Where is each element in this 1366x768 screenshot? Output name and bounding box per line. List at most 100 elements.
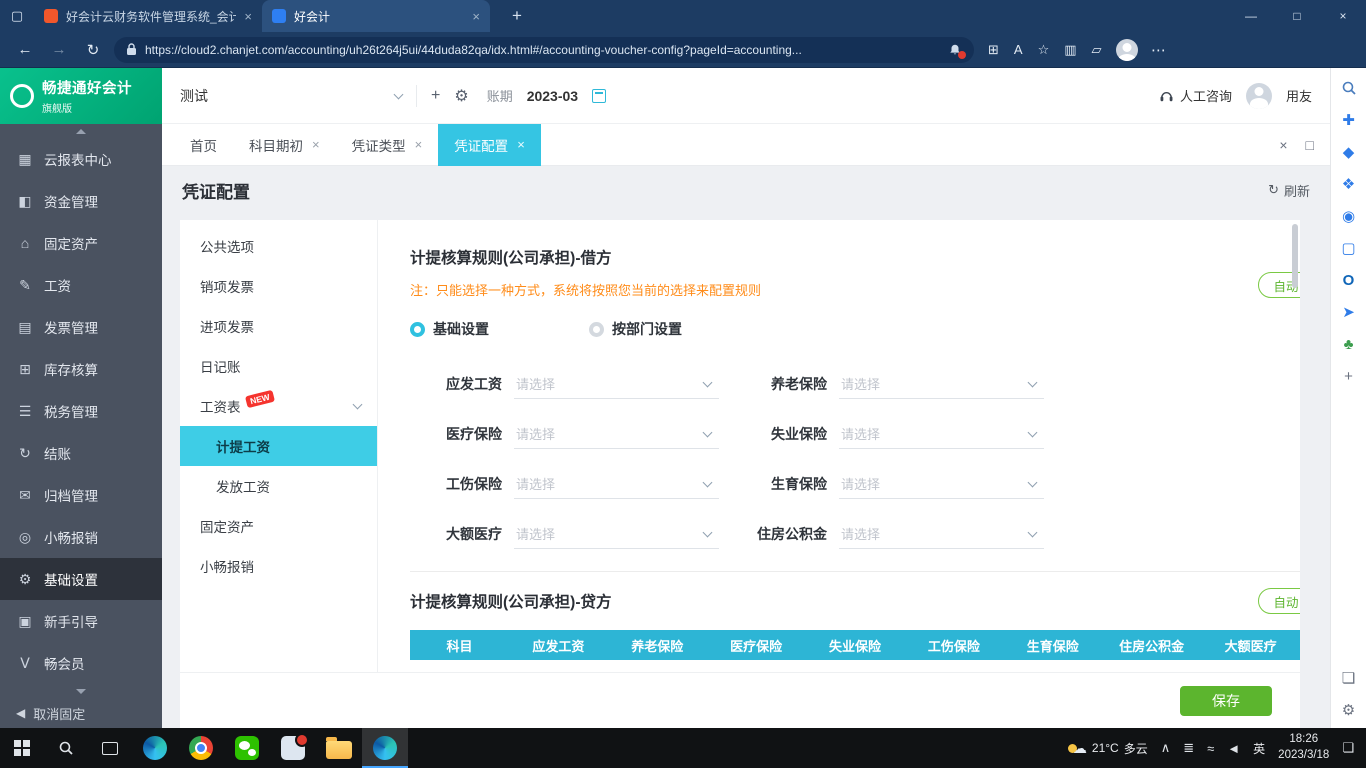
sidebar-item-tax-management[interactable]: ☰ 税务管理 xyxy=(0,390,162,432)
profile-avatar[interactable] xyxy=(1115,38,1138,61)
tab-subject-opening-balance[interactable]: 科目期初 × xyxy=(233,124,336,166)
notification-center-icon[interactable]: ❏ xyxy=(1342,740,1354,756)
select-major-medical[interactable]: 请选择 xyxy=(514,519,719,549)
sidebar-item-cloud-report-center[interactable]: ▦ 云报表中心 xyxy=(0,138,162,180)
favorite-star-icon[interactable]: ☆ xyxy=(1038,42,1050,58)
add-rail-icon[interactable]: + xyxy=(1344,369,1353,384)
subnav-purchase-invoice[interactable]: 进项发票 xyxy=(180,306,377,346)
subnav-common-options[interactable]: 公共选项 xyxy=(180,226,377,266)
clock[interactable]: 18:26 2023/3/18 xyxy=(1278,732,1329,763)
read-aloud-icon[interactable]: A xyxy=(1014,42,1023,57)
new-tab-button[interactable]: + xyxy=(500,6,534,26)
settings-gear-icon[interactable]: ⚙ xyxy=(454,86,468,106)
box-icon[interactable]: ❏ xyxy=(1342,671,1355,686)
sidebar-item-invoice-management[interactable]: ▤ 发票管理 xyxy=(0,306,162,348)
sidebar-item-basic-settings[interactable]: ⚙ 基础设置 xyxy=(0,558,162,600)
tree-icon[interactable]: ♣ xyxy=(1344,337,1354,352)
subnav-salary-accrual[interactable]: 计提工资 xyxy=(180,426,377,466)
browser-tab-inactive[interactable]: 好会计云财务软件管理系统_会计 × xyxy=(34,0,262,32)
taskbar-app-edge-active[interactable] xyxy=(362,728,408,768)
tab-close-icon[interactable]: × xyxy=(472,9,480,24)
select-housing-fund[interactable]: 请选择 xyxy=(839,519,1044,549)
sidebar-item-beginner-guide[interactable]: ▣ 新手引导 xyxy=(0,600,162,642)
taskbar-app-messages[interactable] xyxy=(270,728,316,768)
tab-close-icon[interactable]: × xyxy=(244,9,252,24)
sidebar-scroll-down[interactable] xyxy=(0,684,162,698)
radio-unchecked-icon[interactable] xyxy=(589,321,604,337)
taskbar-app-chrome[interactable] xyxy=(178,728,224,768)
user-name[interactable]: 用友 xyxy=(1286,86,1312,105)
task-view-button[interactable] xyxy=(88,728,132,768)
forward-button[interactable]: → xyxy=(46,41,72,58)
copilot-icon[interactable]: ✚ xyxy=(1342,113,1355,128)
weather-widget[interactable]: ☁ 21°C 多云 xyxy=(1067,740,1148,757)
radio-basic-settings[interactable]: 基础设置 xyxy=(410,319,489,339)
rail-settings-icon[interactable]: ⚙ xyxy=(1342,703,1355,718)
fullscreen-icon[interactable]: □ xyxy=(1306,137,1314,153)
collections-icon[interactable]: ▥ xyxy=(1064,42,1076,58)
tray-expand-icon[interactable]: ∧ xyxy=(1161,740,1171,756)
close-all-tabs-icon[interactable]: × xyxy=(1279,137,1287,153)
subnav-salary-payment[interactable]: 发放工资 xyxy=(180,466,377,506)
add-account-set-icon[interactable]: + xyxy=(431,87,440,105)
browser-tab-active[interactable]: 好会计 × xyxy=(262,0,490,32)
radio-by-department[interactable]: 按部门设置 xyxy=(589,319,682,339)
back-button[interactable]: ← xyxy=(12,41,38,58)
subnav-xiaochang-expense[interactable]: 小畅报销 xyxy=(180,546,377,586)
save-button[interactable]: 保存 xyxy=(1180,685,1272,716)
collections-rail-icon[interactable]: ❖ xyxy=(1342,177,1355,192)
window-close-button[interactable]: × xyxy=(1320,0,1366,32)
select-work-injury-insurance[interactable]: 请选择 xyxy=(514,469,719,499)
user-avatar[interactable] xyxy=(1245,82,1272,109)
calendar-icon[interactable] xyxy=(592,88,607,103)
browser-menu-icon[interactable]: ⋯ xyxy=(1146,41,1172,59)
auto-button-credit[interactable]: 自动 xyxy=(1258,588,1300,614)
split-screen-icon[interactable]: ▱ xyxy=(1092,42,1102,58)
window-minimize-button[interactable]: — xyxy=(1228,0,1274,32)
consult-link[interactable]: 人工咨询 xyxy=(1159,86,1232,105)
start-button[interactable] xyxy=(0,728,44,768)
outlook-icon[interactable]: O xyxy=(1343,273,1355,288)
taskbar-app-wechat[interactable] xyxy=(224,728,270,768)
sidebar-item-xiaochang-expense[interactable]: ◎ 小畅报销 xyxy=(0,516,162,558)
sidebar-item-archive-management[interactable]: ✉ 归档管理 xyxy=(0,474,162,516)
vertical-scrollbar[interactable] xyxy=(1292,224,1298,288)
tab-voucher-config[interactable]: 凭证配置 × xyxy=(438,123,541,166)
tab-close-icon[interactable]: × xyxy=(517,137,525,152)
share-icon[interactable]: ➤ xyxy=(1342,305,1355,320)
tab-voucher-type[interactable]: 凭证类型 × xyxy=(336,124,439,166)
period-value[interactable]: 2023-03 xyxy=(527,88,578,104)
network-icon[interactable]: ≣ xyxy=(1183,740,1194,756)
subnav-journal[interactable]: 日记账 xyxy=(180,346,377,386)
sidebar-unpin-button[interactable]: ◀ 取消固定 xyxy=(0,698,162,728)
sidebar-item-inventory-accounting[interactable]: ⊞ 库存核算 xyxy=(0,348,162,390)
wifi-icon[interactable]: ≈ xyxy=(1207,741,1214,756)
taskbar-search-icon[interactable] xyxy=(44,728,88,768)
ime-indicator[interactable]: 英 xyxy=(1253,740,1265,757)
sidebar-item-salary[interactable]: ✎ 工资 xyxy=(0,264,162,306)
bing-icon[interactable]: ◆ xyxy=(1343,145,1355,160)
taskbar-app-explorer[interactable] xyxy=(316,728,362,768)
url-bar[interactable]: https://cloud2.chanjet.com/accounting/uh… xyxy=(114,36,974,63)
refresh-button[interactable]: ↻ 刷新 xyxy=(1268,181,1310,200)
radio-checked-icon[interactable] xyxy=(410,321,425,337)
select-unemployment-insurance[interactable]: 请选择 xyxy=(839,419,1044,449)
subnav-fixed-assets[interactable]: 固定资产 xyxy=(180,506,377,546)
apps-grid-icon[interactable]: ⊞ xyxy=(988,42,999,58)
volume-icon[interactable]: ◄ xyxy=(1227,741,1240,756)
tab-home[interactable]: 首页 xyxy=(174,124,233,166)
notifications-blocked-icon[interactable] xyxy=(948,43,966,59)
profile-rail-icon[interactable]: ◉ xyxy=(1342,209,1355,224)
select-maternity-insurance[interactable]: 请选择 xyxy=(839,469,1044,499)
subnav-sales-invoice[interactable]: 销项发票 xyxy=(180,266,377,306)
sidebar-item-funds-management[interactable]: ◧ 资金管理 xyxy=(0,180,162,222)
window-maximize-button[interactable]: □ xyxy=(1274,0,1320,32)
sidebar-item-closing[interactable]: ↻ 结账 xyxy=(0,432,162,474)
tab-close-icon[interactable]: × xyxy=(415,137,423,152)
select-gross-salary[interactable]: 请选择 xyxy=(514,369,719,399)
sidebar-scroll-up[interactable] xyxy=(0,124,162,138)
sidebar-search-icon[interactable] xyxy=(1341,80,1357,96)
shopping-icon[interactable]: ▢ xyxy=(1341,241,1355,256)
account-set-select[interactable]: 测试 xyxy=(180,86,404,106)
tab-close-icon[interactable]: × xyxy=(312,137,320,152)
